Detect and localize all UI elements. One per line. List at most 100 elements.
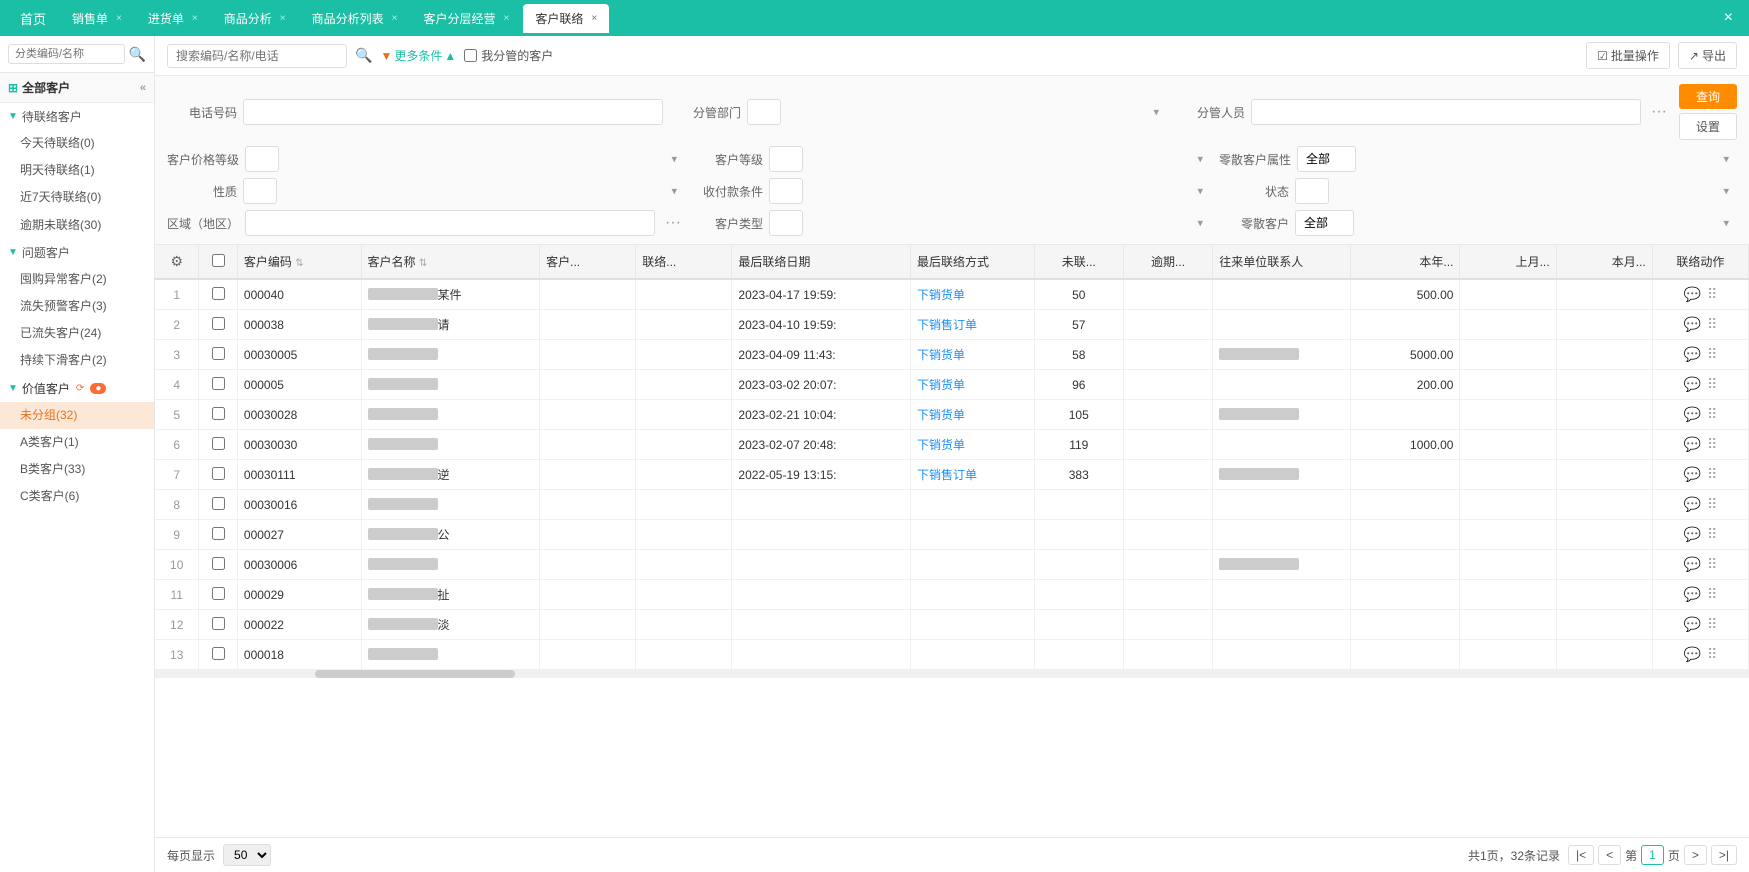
sidebar-item-churn-warn[interactable]: 流失预警客户(3) bbox=[0, 293, 154, 320]
th-partner[interactable]: 往来单位联系人 bbox=[1213, 245, 1350, 279]
contact-action-icon[interactable]: 💬 bbox=[1684, 586, 1701, 603]
more-action-icon[interactable]: ⠿ bbox=[1707, 406, 1717, 423]
row-checkbox[interactable] bbox=[212, 527, 225, 540]
sidebar-group-pending[interactable]: ▼ 待联络客户 bbox=[0, 103, 154, 130]
adv-dept-select[interactable] bbox=[747, 99, 781, 125]
cell-check[interactable] bbox=[199, 490, 237, 520]
nav-tab-analysis-list[interactable]: 商品分析列表 × bbox=[300, 4, 410, 33]
cell-check[interactable] bbox=[199, 580, 237, 610]
more-action-icon[interactable]: ⠿ bbox=[1707, 586, 1717, 603]
th-overdue[interactable]: 逾期... bbox=[1123, 245, 1212, 279]
row-checkbox[interactable] bbox=[212, 647, 225, 660]
lastway-link[interactable]: 下销货单 bbox=[917, 378, 965, 392]
lastway-link[interactable]: 下销售订单 bbox=[917, 468, 977, 482]
sidebar-item-declining[interactable]: 持续下滑客户(2) bbox=[0, 347, 154, 374]
th-type[interactable]: 客户... bbox=[540, 245, 636, 279]
filter-more-btn[interactable]: ▼ 更多条件 ▲ bbox=[380, 47, 456, 64]
adv-cust-grade-select[interactable] bbox=[769, 146, 803, 172]
row-checkbox[interactable] bbox=[212, 377, 225, 390]
sidebar-item-hoarding[interactable]: 囤购异常客户(2) bbox=[0, 266, 154, 293]
cell-check[interactable] bbox=[199, 520, 237, 550]
adv-cust-type-select[interactable] bbox=[769, 210, 803, 236]
close-purchase-tab[interactable]: × bbox=[192, 13, 198, 24]
cell-check[interactable] bbox=[199, 340, 237, 370]
th-code[interactable]: 客户编码 ⇅ bbox=[237, 245, 361, 279]
prev-page-btn[interactable]: < bbox=[1598, 845, 1621, 865]
nav-close-btn[interactable]: × bbox=[1716, 5, 1741, 31]
contact-action-icon[interactable]: 💬 bbox=[1684, 376, 1701, 393]
sidebar-item-churned[interactable]: 已流失客户(24) bbox=[0, 320, 154, 347]
adv-staff-input[interactable] bbox=[1251, 99, 1641, 125]
contact-action-icon[interactable]: 💬 bbox=[1684, 346, 1701, 363]
row-checkbox[interactable] bbox=[212, 587, 225, 600]
lastway-link[interactable]: 下销货单 bbox=[917, 288, 965, 302]
more-action-icon[interactable]: ⠿ bbox=[1707, 436, 1717, 453]
close-analysis-list-tab[interactable]: × bbox=[392, 13, 398, 24]
lastway-link[interactable]: 下销货单 bbox=[917, 408, 965, 422]
th-checkbox[interactable] bbox=[199, 245, 237, 279]
more-action-icon[interactable]: ⠿ bbox=[1707, 616, 1717, 633]
sidebar-item-c-class[interactable]: C类客户(6) bbox=[0, 483, 154, 510]
cell-check[interactable] bbox=[199, 310, 237, 340]
contact-action-icon[interactable]: 💬 bbox=[1684, 556, 1701, 573]
th-lastway[interactable]: 最后联络方式 bbox=[911, 245, 1035, 279]
sidebar-item-tomorrow[interactable]: 明天待联络(1) bbox=[0, 157, 154, 184]
more-action-icon[interactable]: ⠿ bbox=[1707, 376, 1717, 393]
more-action-icon[interactable]: ⠿ bbox=[1707, 526, 1717, 543]
th-settings[interactable]: ⚙ bbox=[155, 245, 199, 279]
cell-check[interactable] bbox=[199, 550, 237, 580]
sidebar-group-value[interactable]: ▼ 价值客户 ⟳ ● bbox=[0, 375, 154, 402]
row-checkbox[interactable] bbox=[212, 407, 225, 420]
my-customers-filter[interactable]: 我分管的客户 bbox=[464, 47, 553, 64]
more-action-icon[interactable]: ⠿ bbox=[1707, 556, 1717, 573]
row-checkbox[interactable] bbox=[212, 347, 225, 360]
close-customer-contact-tab[interactable]: × bbox=[591, 13, 597, 24]
contact-action-icon[interactable]: 💬 bbox=[1684, 286, 1701, 303]
table-scrollbar-thumb[interactable] bbox=[315, 670, 515, 678]
cell-check[interactable] bbox=[199, 430, 237, 460]
contact-action-icon[interactable]: 💬 bbox=[1684, 616, 1701, 633]
row-checkbox[interactable] bbox=[212, 287, 225, 300]
cell-check[interactable] bbox=[199, 460, 237, 490]
contact-action-icon[interactable]: 💬 bbox=[1684, 406, 1701, 423]
close-sales-tab[interactable]: × bbox=[116, 13, 122, 24]
contact-action-icon[interactable]: 💬 bbox=[1684, 526, 1701, 543]
sidebar-item-today[interactable]: 今天待联络(0) bbox=[0, 130, 154, 157]
batch-op-btn[interactable]: ☑ 批量操作 bbox=[1586, 42, 1670, 69]
th-thisyear[interactable]: 本年... bbox=[1350, 245, 1460, 279]
row-checkbox[interactable] bbox=[212, 497, 225, 510]
contact-action-icon[interactable]: 💬 bbox=[1684, 496, 1701, 513]
more-action-icon[interactable]: ⠿ bbox=[1707, 496, 1717, 513]
adv-status-select[interactable] bbox=[1295, 178, 1329, 204]
row-checkbox[interactable] bbox=[212, 617, 225, 630]
my-customers-checkbox[interactable] bbox=[464, 49, 477, 62]
filter-search-input[interactable] bbox=[167, 44, 347, 68]
sidebar-search-icon[interactable]: 🔍 bbox=[129, 46, 146, 63]
staff-dots-btn[interactable]: ··· bbox=[1647, 103, 1671, 121]
adv-price-grade-select[interactable] bbox=[245, 146, 279, 172]
row-checkbox[interactable] bbox=[212, 467, 225, 480]
adv-property-select[interactable] bbox=[243, 178, 277, 204]
contact-action-icon[interactable]: 💬 bbox=[1684, 646, 1701, 663]
nav-tab-analysis[interactable]: 商品分析 × bbox=[212, 4, 298, 33]
last-page-btn[interactable]: >| bbox=[1711, 845, 1737, 865]
close-customer-tier-tab[interactable]: × bbox=[503, 13, 509, 24]
select-all-checkbox[interactable] bbox=[212, 254, 225, 267]
sidebar-item-7days[interactable]: 近7天待联络(0) bbox=[0, 184, 154, 211]
adv-area-input[interactable] bbox=[245, 210, 655, 236]
adv-phone-input[interactable] bbox=[243, 99, 663, 125]
more-action-icon[interactable]: ⠿ bbox=[1707, 286, 1717, 303]
per-page-select[interactable]: 50 bbox=[223, 844, 271, 866]
sidebar-all-customers[interactable]: ⊞ 全部客户 « bbox=[0, 73, 154, 103]
lastway-link[interactable]: 下销售订单 bbox=[917, 318, 977, 332]
sidebar-collapse-btn[interactable]: « bbox=[140, 82, 146, 94]
sidebar-item-a-class[interactable]: A类客户(1) bbox=[0, 429, 154, 456]
nav-tab-customer-contact[interactable]: 客户联络 × bbox=[523, 4, 609, 33]
th-contact[interactable]: 联络... bbox=[636, 245, 732, 279]
row-checkbox[interactable] bbox=[212, 557, 225, 570]
filter-search-icon[interactable]: 🔍 bbox=[355, 47, 372, 64]
cell-check[interactable] bbox=[199, 610, 237, 640]
sidebar-search-input[interactable] bbox=[8, 44, 125, 64]
area-dots-btn[interactable]: ··· bbox=[661, 214, 685, 232]
contact-action-icon[interactable]: 💬 bbox=[1684, 466, 1701, 483]
